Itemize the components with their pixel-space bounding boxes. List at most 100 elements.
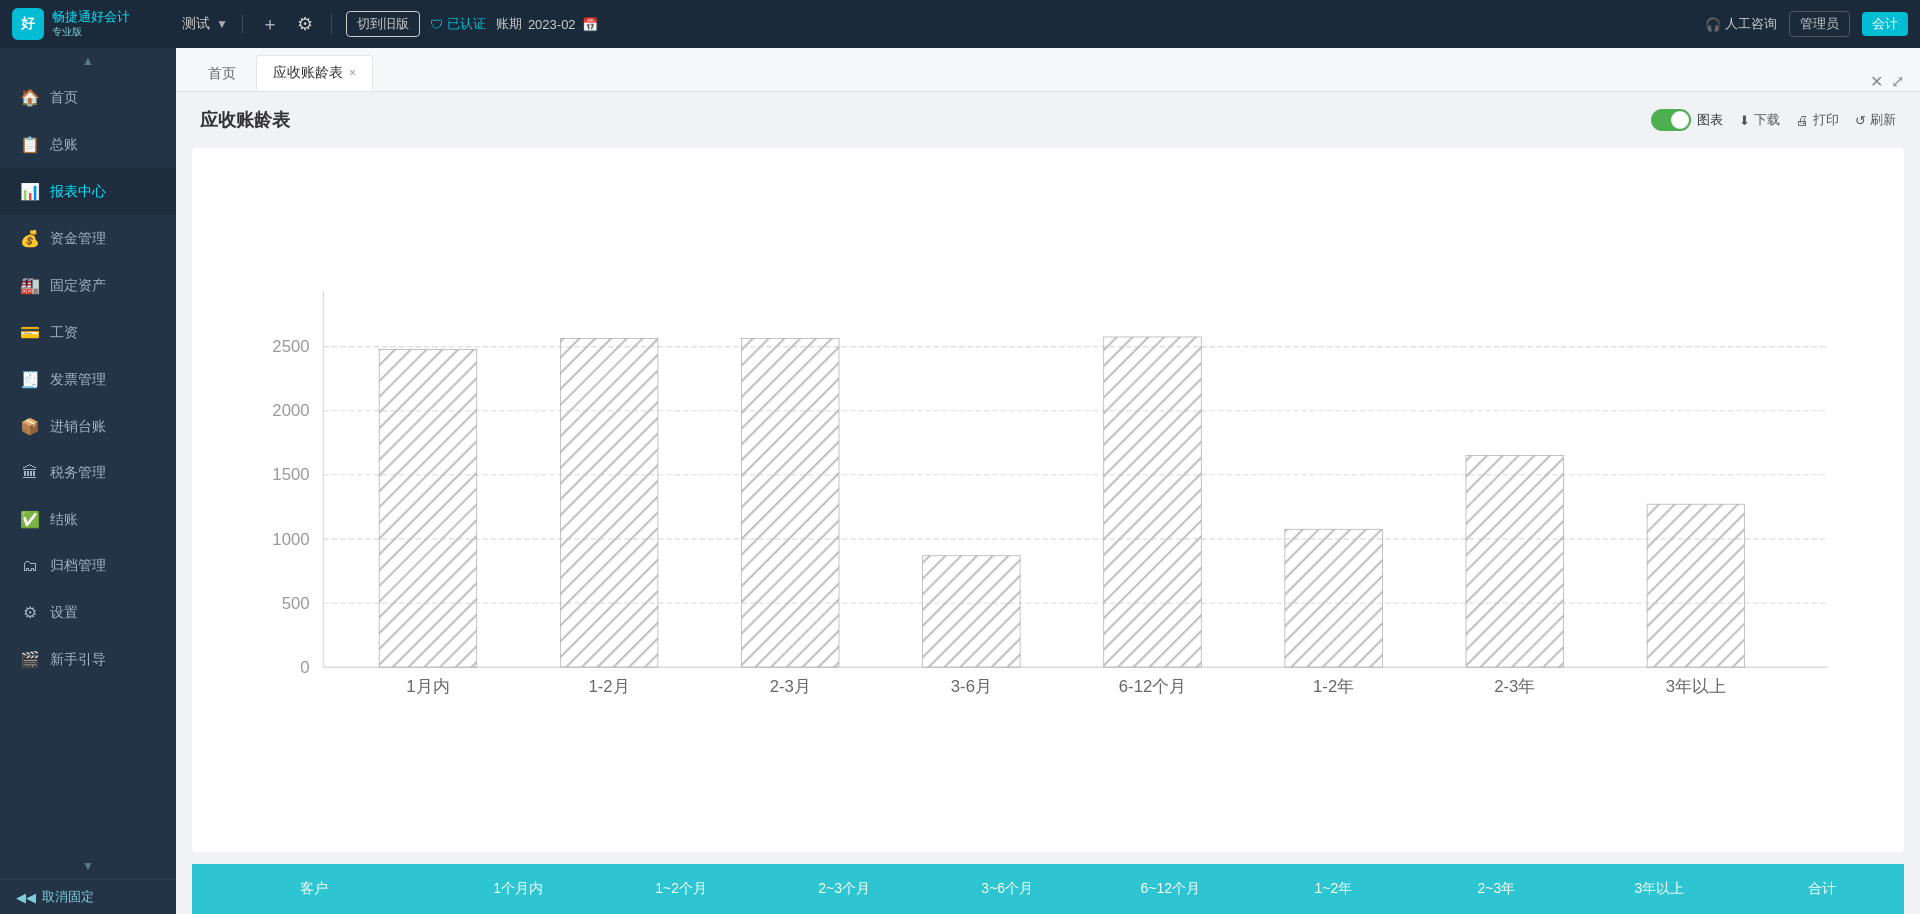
table-col-3年以上: 3年以上 — [1578, 864, 1741, 914]
sidebar-label-结账: 结账 — [50, 511, 78, 529]
sidebar-item-资金管理[interactable]: 💰资金管理 — [0, 215, 176, 262]
report-title: 应收账龄表 — [200, 108, 290, 132]
sidebar-item-新手引导[interactable]: 🎬 新手引导 — [0, 636, 176, 683]
close-window-button[interactable]: ✕ — [1870, 72, 1883, 91]
tab-receivables[interactable]: 应收账龄表 × — [256, 55, 373, 91]
cancel-fixed-label: 取消固定 — [42, 888, 94, 906]
header-separator-1 — [242, 14, 243, 34]
sidebar-item-总账[interactable]: 📋总账 — [0, 121, 176, 168]
tab-receivables-label: 应收账龄表 — [273, 64, 343, 82]
refresh-icon: ↺ — [1855, 113, 1866, 128]
chart-toggle-wrap: 图表 — [1651, 109, 1723, 131]
scroll-up-arrow[interactable]: ▲ — [0, 48, 176, 74]
table-col-6~12个月: 6~12个月 — [1089, 864, 1252, 914]
sidebar-label-设置: 设置 — [50, 604, 78, 622]
company-selector[interactable]: 测试 ▼ — [182, 15, 228, 33]
refresh-button[interactable]: ↺ 刷新 — [1855, 111, 1896, 129]
bar-2-3年 — [1466, 455, 1564, 667]
sidebar-label-税务管理: 税务管理 — [50, 464, 106, 482]
logo-area: 好 畅捷通好会计 专业版 — [12, 8, 172, 40]
calendar-icon[interactable]: 📅 — [582, 17, 598, 32]
chart-container: 0 500 1000 1500 2000 2500 — [192, 148, 1904, 852]
sidebar-label-发票管理: 发票管理 — [50, 371, 106, 389]
bar-1-2月 — [560, 338, 658, 667]
expand-window-button[interactable]: ⤢ — [1891, 72, 1904, 91]
sidebar-item-进销台账[interactable]: 📦 进销台账 — [0, 403, 176, 450]
tab-home[interactable]: 首页 — [192, 57, 252, 91]
period-info: 账期 2023-02 📅 — [496, 15, 598, 33]
tab-bar: 首页 应收账龄表 × ✕ ⤢ — [176, 48, 1920, 92]
download-button[interactable]: ⬇ 下载 — [1739, 111, 1780, 129]
bar-1月内 — [379, 350, 477, 668]
logo-icon: 好 — [12, 8, 44, 40]
sidebar-item-首页[interactable]: 🏠首页 — [0, 74, 176, 121]
download-icon: ⬇ — [1739, 113, 1750, 128]
user-button[interactable]: 管理员 — [1789, 11, 1850, 37]
sidebar: ▲ 🏠首页📋总账📊报表中心💰资金管理🏭固定资产💳工资🧾发票管理 📦 进销台账 🏛税务管… — [0, 48, 176, 914]
sidebar-item-设置[interactable]: ⚙ 设置 — [0, 589, 176, 636]
bar-6-12月 — [1104, 337, 1202, 667]
sidebar-label-工资: 工资 — [50, 324, 78, 342]
svg-text:1000: 1000 — [272, 530, 309, 549]
table-col-3~6个月: 3~6个月 — [926, 864, 1089, 914]
logo-sub: 专业版 — [52, 25, 130, 39]
add-button[interactable]: ＋ — [257, 8, 283, 40]
sidebar-icon-新手引导: 🎬 — [20, 650, 40, 669]
chart-toggle-label: 图表 — [1697, 111, 1723, 129]
scroll-down-arrow[interactable]: ▼ — [0, 853, 176, 879]
headset-icon: 🎧 — [1705, 17, 1721, 32]
main-layout: ▲ 🏠首页📋总账📊报表中心💰资金管理🏭固定资产💳工资🧾发票管理 📦 进销台账 🏛税务管… — [0, 48, 1920, 914]
bar-chart-svg: 0 500 1000 1500 2000 2500 — [212, 168, 1884, 832]
svg-text:3年以上: 3年以上 — [1666, 677, 1726, 696]
sidebar-icon-设置: ⚙ — [20, 603, 40, 622]
report-actions: 图表 ⬇ 下载 🖨 打印 ↺ 刷新 — [1651, 109, 1896, 131]
sidebar-icon-报表中心: 📊 — [20, 182, 40, 201]
svg-text:6-12个月: 6-12个月 — [1119, 677, 1186, 696]
page-content: 应收账龄表 图表 ⬇ 下载 🖨 打印 ↺ — [176, 92, 1920, 914]
sidebar-icon-资金管理: 💰 — [20, 229, 40, 248]
sidebar-item-固定资产[interactable]: 🏭固定资产 — [0, 262, 176, 309]
certified-badge: 🛡 已认证 — [430, 15, 486, 33]
sidebar-label-首页: 首页 — [50, 89, 78, 107]
bar-3-6月 — [923, 556, 1021, 667]
consult-button[interactable]: 🎧 人工咨询 — [1705, 15, 1777, 33]
logo-text-wrap: 畅捷通好会计 专业版 — [52, 9, 130, 39]
svg-text:2-3年: 2-3年 — [1494, 677, 1535, 696]
bar-2-3月 — [741, 338, 839, 667]
sidebar-icon-固定资产: 🏭 — [20, 276, 40, 295]
cancel-fixed-button[interactable]: ◀◀ 取消固定 — [0, 879, 176, 914]
sidebar-item-发票管理[interactable]: 🧾发票管理 — [0, 356, 176, 403]
bar-1-2年 — [1285, 529, 1383, 667]
sidebar-label-进销台账: 进销台账 — [50, 418, 106, 436]
period-value: 2023-02 — [528, 17, 576, 32]
logo-text: 畅捷通好会计 — [52, 9, 130, 25]
chart-toggle[interactable] — [1651, 109, 1691, 131]
consult-label: 人工咨询 — [1725, 15, 1777, 33]
svg-text:1月内: 1月内 — [406, 677, 449, 696]
print-button[interactable]: 🖨 打印 — [1796, 111, 1839, 129]
sidebar-scroll: 🏠首页📋总账📊报表中心💰资金管理🏭固定资产💳工资🧾发票管理📦进销台账🏛税务管理✅… — [0, 74, 176, 853]
sidebar-label-总账: 总账 — [50, 136, 78, 154]
role-button[interactable]: 会计 — [1862, 12, 1908, 36]
tab-actions: ✕ ⤢ — [1870, 72, 1904, 91]
sidebar-icon-归档管理: 🗂 — [20, 557, 40, 575]
sidebar-icon-进销台账: 📦 — [20, 417, 40, 436]
sidebar-item-结账[interactable]: ✅ 结账 — [0, 496, 176, 543]
print-label: 打印 — [1813, 111, 1839, 129]
header-separator-2 — [331, 14, 332, 34]
sidebar-item-归档管理[interactable]: 🗂归档管理 — [0, 543, 176, 589]
sidebar-icon-结账: ✅ — [20, 510, 40, 529]
settings-icon[interactable]: ⚙ — [293, 9, 317, 39]
sidebar-label-新手引导: 新手引导 — [50, 651, 106, 669]
table-col-2~3个月: 2~3个月 — [763, 864, 926, 914]
table-col-1~2年: 1~2年 — [1252, 864, 1415, 914]
certified-text: 已认证 — [447, 15, 486, 33]
switch-old-btn[interactable]: 切到旧版 — [346, 11, 420, 37]
sidebar-item-税务管理[interactable]: 🏛税务管理 — [0, 450, 176, 496]
download-label: 下载 — [1754, 111, 1780, 129]
report-header: 应收账龄表 图表 ⬇ 下载 🖨 打印 ↺ — [176, 92, 1920, 148]
svg-text:1500: 1500 — [272, 465, 309, 484]
sidebar-item-报表中心[interactable]: 📊报表中心 — [0, 168, 176, 215]
sidebar-item-工资[interactable]: 💳工资 — [0, 309, 176, 356]
close-tab-icon[interactable]: × — [349, 66, 356, 80]
